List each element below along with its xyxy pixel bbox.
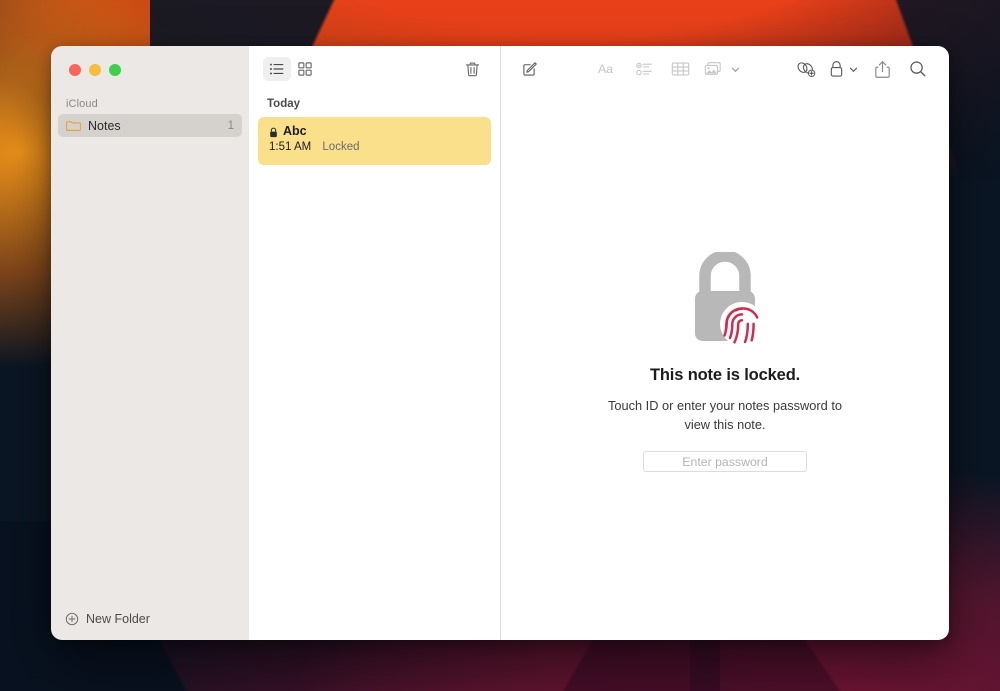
minimize-button[interactable] xyxy=(89,64,101,76)
search-icon[interactable] xyxy=(905,56,931,82)
gallery-view-icon[interactable] xyxy=(291,57,319,81)
sidebar-item-label: Notes xyxy=(88,118,121,133)
new-folder-label: New Folder xyxy=(86,612,150,626)
new-folder-button[interactable]: New Folder xyxy=(51,598,249,640)
close-button[interactable] xyxy=(69,64,81,76)
sidebar-section-label: iCloud xyxy=(66,98,98,110)
sidebar-item-count: 1 xyxy=(227,119,234,132)
checklist-icon[interactable] xyxy=(632,56,658,82)
note-status: Locked xyxy=(322,141,360,153)
list-toolbar xyxy=(249,46,500,92)
compose-note-icon[interactable] xyxy=(517,56,543,82)
editor-column: Aa This note is locked. Touch ID or ente… xyxy=(501,46,949,640)
lock-icon[interactable] xyxy=(829,56,859,82)
password-input[interactable] xyxy=(643,451,807,473)
list-view-icon[interactable] xyxy=(263,57,291,81)
collaborate-icon[interactable] xyxy=(793,56,819,82)
note-title-row: Abc xyxy=(269,124,480,138)
sidebar: iCloud Notes 1 New Folder xyxy=(51,46,249,640)
note-subtitle: 1:51 AM Locked xyxy=(269,141,480,153)
notes-app-window: iCloud Notes 1 New Folder Today Abc 1:51… xyxy=(51,46,949,640)
lock-fingerprint-icon xyxy=(686,250,764,348)
locked-note-pane: This note is locked. Touch ID or enter y… xyxy=(501,92,949,640)
notes-list-column: Today Abc 1:51 AM Locked xyxy=(249,46,501,640)
share-icon[interactable] xyxy=(869,56,895,82)
locked-description: Touch ID or enter your notes password to… xyxy=(607,398,843,432)
media-icon[interactable] xyxy=(704,56,741,82)
plus-circle-icon xyxy=(65,612,79,626)
svg-text:Aa: Aa xyxy=(598,62,613,76)
note-time: 1:51 AM xyxy=(269,141,312,153)
table-icon[interactable] xyxy=(668,56,694,82)
sidebar-item-notes[interactable]: Notes 1 xyxy=(58,114,242,137)
notes-date-header: Today xyxy=(267,98,301,110)
editor-toolbar: Aa xyxy=(501,46,949,92)
locked-title: This note is locked. xyxy=(649,366,801,384)
maximize-button[interactable] xyxy=(109,64,121,76)
folder-icon xyxy=(65,118,82,133)
note-title: Abc xyxy=(283,124,307,138)
trash-icon[interactable] xyxy=(458,57,486,81)
text-format-icon[interactable]: Aa xyxy=(596,56,622,82)
desktop-wallpaper: iCloud Notes 1 New Folder Today Abc 1:51… xyxy=(0,0,1000,691)
lock-icon xyxy=(269,125,278,138)
note-list-item[interactable]: Abc 1:51 AM Locked xyxy=(258,117,491,165)
window-controls xyxy=(51,46,249,92)
